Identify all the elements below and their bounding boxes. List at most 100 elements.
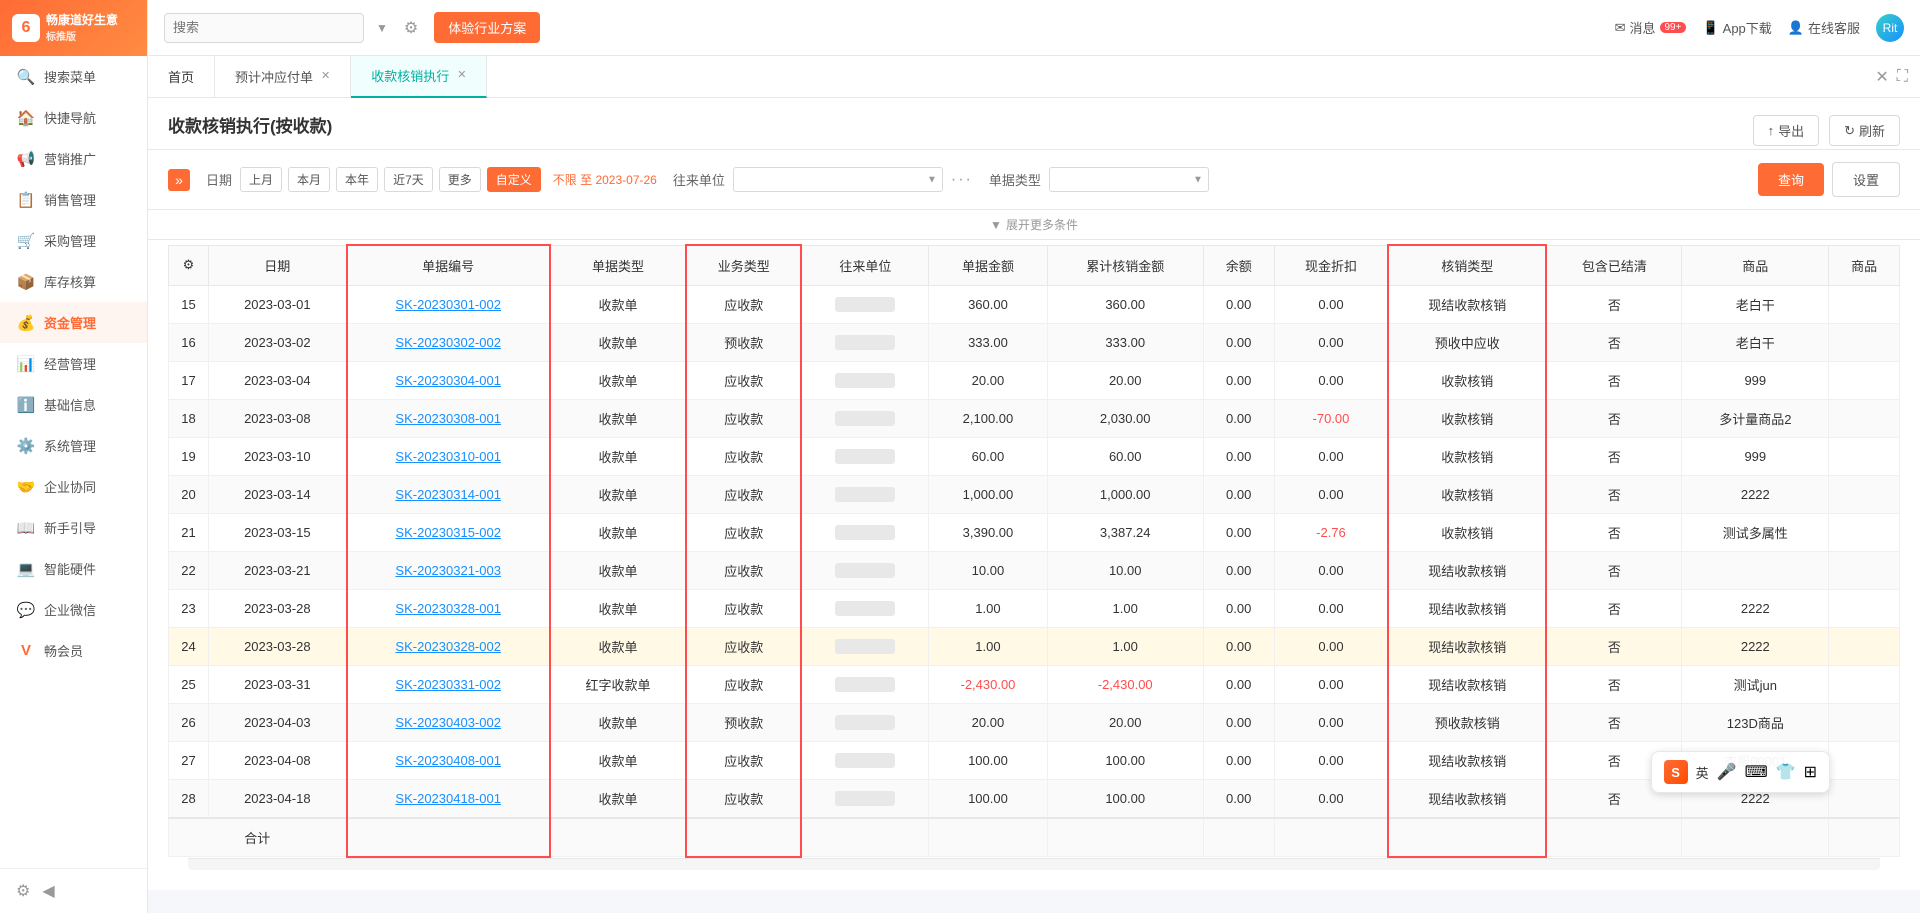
tab-home[interactable]: 首页: [148, 56, 215, 98]
table-row[interactable]: 23 2023-03-28 SK-20230328-001 收款单 应收款 1.…: [169, 590, 1900, 628]
expand-more-label: 展开更多条件: [1006, 216, 1078, 233]
sidebar-item-sales[interactable]: 📋 销售管理: [0, 179, 147, 220]
doc-no-link[interactable]: SK-20230331-002: [395, 677, 501, 692]
sidebar-item-purchase[interactable]: 🛒 采购管理: [0, 220, 147, 261]
sidebar-item-operations[interactable]: 📊 经营管理: [0, 343, 147, 384]
sidebar-item-guide[interactable]: 📖 新手引导: [0, 507, 147, 548]
tab-payable[interactable]: 预计冲应付单 ✕: [215, 56, 351, 98]
export-btn[interactable]: ↑ 导出: [1753, 115, 1820, 146]
setting-btn[interactable]: 设置: [1832, 162, 1900, 197]
cell-biz-type: 应收款: [686, 400, 801, 438]
date-btn-this-year[interactable]: 本年: [336, 167, 378, 192]
topbar-industry-btn[interactable]: 体验行业方案: [434, 12, 540, 43]
collapse-icon[interactable]: ◀: [42, 881, 54, 901]
settings-bottom-icon[interactable]: ⚙: [16, 881, 30, 901]
doc-no-link[interactable]: SK-20230301-002: [395, 297, 501, 312]
float-badge-mic[interactable]: 🎤: [1717, 762, 1737, 782]
cell-partner: [801, 666, 928, 704]
cell-goods: 老白干: [1682, 324, 1829, 362]
doc-no-link[interactable]: SK-20230321-003: [395, 563, 501, 578]
doc-no-link[interactable]: SK-20230418-001: [395, 791, 501, 806]
table-row[interactable]: 22 2023-03-21 SK-20230321-003 收款单 应收款 10…: [169, 552, 1900, 590]
cell-partner: [801, 286, 928, 324]
query-btn[interactable]: 查询: [1758, 163, 1824, 196]
date-btn-this-month[interactable]: 本月: [288, 167, 330, 192]
cell-goods: 999: [1682, 438, 1829, 476]
sidebar-item-search[interactable]: 🔍 搜索菜单: [0, 56, 147, 97]
user-avatar[interactable]: Rit: [1876, 14, 1904, 42]
table-row[interactable]: 28 2023-04-18 SK-20230418-001 收款单 应收款 10…: [169, 780, 1900, 819]
message-btn[interactable]: ✉ 消息 99+: [1615, 18, 1687, 37]
filter-right-actions: 查询 设置: [1758, 162, 1900, 197]
online-service-btn[interactable]: 👤 在线客服: [1788, 18, 1860, 37]
sidebar-item-basic[interactable]: ℹ️ 基础信息: [0, 384, 147, 425]
sidebar-item-hardware[interactable]: 💻 智能硬件: [0, 548, 147, 589]
topbar-gear-icon[interactable]: ⚙: [404, 18, 418, 38]
doc-no-link[interactable]: SK-20230310-001: [395, 449, 501, 464]
partner-masked: [835, 639, 895, 654]
cell-goods2: [1829, 704, 1900, 742]
page-actions: ↑ 导出 ↻ 刷新: [1753, 115, 1900, 146]
date-btn-more[interactable]: 更多: [439, 167, 481, 192]
float-badge: S 英 🎤 ⌨ 👕 ⊞: [1651, 751, 1830, 793]
doc-no-link[interactable]: SK-20230314-001: [395, 487, 501, 502]
message-badge: 99+: [1660, 22, 1687, 33]
sidebar-item-inventory[interactable]: 📦 库存核算: [0, 261, 147, 302]
table-row[interactable]: 26 2023-04-03 SK-20230403-002 收款单 预收款 20…: [169, 704, 1900, 742]
sidebar-item-enterprise[interactable]: 🤝 企业协同: [0, 466, 147, 507]
table-row[interactable]: 27 2023-04-08 SK-20230408-001 收款单 应收款 10…: [169, 742, 1900, 780]
filter-expand-btn[interactable]: »: [168, 169, 190, 191]
table-row[interactable]: 16 2023-03-02 SK-20230302-002 收款单 预收款 33…: [169, 324, 1900, 362]
doc-no-link[interactable]: SK-20230328-002: [395, 639, 501, 654]
doc-no-link[interactable]: SK-20230403-002: [395, 715, 501, 730]
table-row[interactable]: 20 2023-03-14 SK-20230314-001 收款单 应收款 1,…: [169, 476, 1900, 514]
topbar-search-input[interactable]: [164, 13, 364, 43]
doc-no-link[interactable]: SK-20230308-001: [395, 411, 501, 426]
date-btn-7days[interactable]: 近7天: [384, 167, 433, 192]
table-row[interactable]: 25 2023-03-31 SK-20230331-002 红字收款单 应收款 …: [169, 666, 1900, 704]
cell-doc-type: 收款单: [550, 590, 687, 628]
table-row[interactable]: 19 2023-03-10 SK-20230310-001 收款单 应收款 60…: [169, 438, 1900, 476]
cell-write-off-type: 收款核销: [1388, 476, 1546, 514]
table-scroll-bar[interactable]: [188, 858, 1880, 870]
doc-no-link[interactable]: SK-20230408-001: [395, 753, 501, 768]
refresh-btn[interactable]: ↻ 刷新: [1829, 115, 1900, 146]
date-btn-custom[interactable]: 自定义: [487, 167, 541, 192]
sidebar-item-member[interactable]: V 畅会员: [0, 630, 147, 671]
topbar-dropdown-arrow[interactable]: ▼: [376, 21, 388, 35]
sidebar-item-system[interactable]: ⚙️ 系统管理: [0, 425, 147, 466]
refresh-icon: ↻: [1844, 123, 1855, 139]
cell-balance: 0.00: [1203, 590, 1274, 628]
sidebar-item-finance[interactable]: 💰 资金管理: [0, 302, 147, 343]
tab-close-all-icon[interactable]: ✕: [1875, 67, 1888, 87]
cell-balance: 0.00: [1203, 324, 1274, 362]
doc-no-link[interactable]: SK-20230302-002: [395, 335, 501, 350]
tab-collection-close[interactable]: ✕: [457, 70, 466, 81]
float-badge-shirt[interactable]: 👕: [1776, 762, 1796, 782]
partner-dots[interactable]: ···: [951, 171, 973, 189]
tab-collection[interactable]: 收款核销执行 ✕: [351, 56, 487, 98]
table-row[interactable]: 24 2023-03-28 SK-20230328-002 收款单 应收款 1.…: [169, 628, 1900, 666]
table-row[interactable]: 18 2023-03-08 SK-20230308-001 收款单 应收款 2,…: [169, 400, 1900, 438]
doc-no-link[interactable]: SK-20230304-001: [395, 373, 501, 388]
doc-no-link[interactable]: SK-20230328-001: [395, 601, 501, 616]
app-download-btn[interactable]: 📱 App下载: [1702, 18, 1771, 37]
tab-expand-icon[interactable]: ⛶: [1897, 68, 1908, 86]
float-badge-apps[interactable]: ⊞: [1804, 762, 1817, 782]
tab-payable-close[interactable]: ✕: [321, 71, 330, 82]
col-settings[interactable]: ⚙: [169, 245, 209, 286]
float-badge-keyboard[interactable]: ⌨: [1745, 762, 1768, 782]
doc-no-link[interactable]: SK-20230315-002: [395, 525, 501, 540]
partner-input[interactable]: [733, 167, 943, 192]
doctype-select[interactable]: [1049, 167, 1209, 192]
table-scroll-wrap[interactable]: ⚙ 日期 单据编号 单据类型 业务类型 往来单位 单据金额 累计核销金额 余额 …: [168, 240, 1900, 858]
sidebar-item-wechat[interactable]: 💬 企业微信: [0, 589, 147, 630]
expand-more-btn[interactable]: ▼ 展开更多条件: [990, 216, 1078, 233]
sidebar-item-marketing[interactable]: 📢 营销推广: [0, 138, 147, 179]
table-row[interactable]: 15 2023-03-01 SK-20230301-002 收款单 应收款 36…: [169, 286, 1900, 324]
doctype-input-wrap[interactable]: [1049, 167, 1209, 192]
table-row[interactable]: 17 2023-03-04 SK-20230304-001 收款单 应收款 20…: [169, 362, 1900, 400]
table-row[interactable]: 21 2023-03-15 SK-20230315-002 收款单 应收款 3,…: [169, 514, 1900, 552]
date-btn-last-month[interactable]: 上月: [240, 167, 282, 192]
sidebar-item-quick-nav[interactable]: 🏠 快捷导航: [0, 97, 147, 138]
